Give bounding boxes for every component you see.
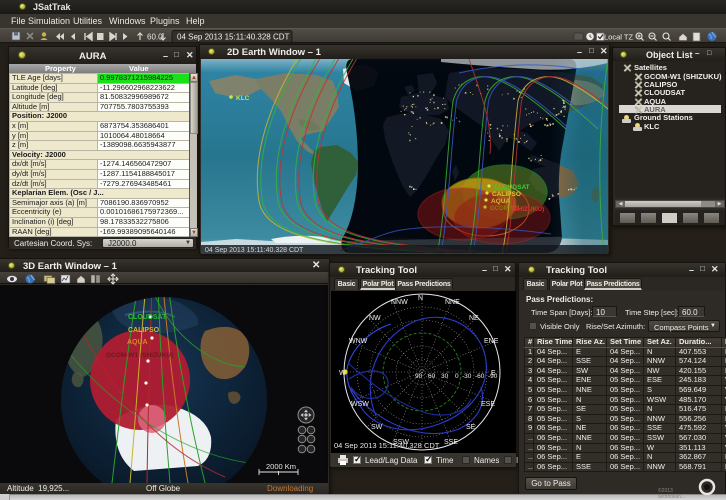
svg-text:-90: -90 <box>488 373 498 380</box>
svg-text:60: 60 <box>428 373 436 380</box>
svg-text:NE: NE <box>469 315 479 322</box>
svg-text:-30: -30 <box>462 373 472 380</box>
svg-text:WSW: WSW <box>351 401 369 408</box>
svg-text:60.0: 60.0 <box>147 33 163 42</box>
svg-text:CLOUDSAT: CLOUDSAT <box>494 184 530 191</box>
svg-text:CALIPSO: CALIPSO <box>128 327 160 334</box>
svg-text:NW: NW <box>369 315 381 322</box>
svg-text:CALIPSO: CALIPSO <box>492 191 521 198</box>
svg-text:GCOM-W1 (SHIZUKU): GCOM-W1 (SHIZUKU) <box>106 352 173 359</box>
svg-text:0: 0 <box>455 373 459 380</box>
svg-text:WNW: WNW <box>349 338 368 345</box>
svg-text:NNE: NNE <box>445 299 460 306</box>
svg-text:04 Sep 2013 15:11:40.328 CDT: 04 Sep 2013 15:11:40.328 CDT <box>334 441 440 450</box>
svg-text:ESE: ESE <box>481 401 495 408</box>
svg-text:AQUA: AQUA <box>127 339 148 346</box>
svg-text:-60: -60 <box>475 373 485 380</box>
svg-text:N: N <box>418 295 423 302</box>
svg-text:SSE: SSE <box>444 439 458 446</box>
svg-text:2000 Km: 2000 Km <box>266 462 296 471</box>
svg-text:SE: SE <box>466 424 476 431</box>
svg-text:ENE: ENE <box>484 338 499 345</box>
svg-text:04 Sep 2013 15:11:40.328 CDT: 04 Sep 2013 15:11:40.328 CDT <box>177 33 289 42</box>
svg-text:CLOUDSAT: CLOUDSAT <box>128 314 167 321</box>
svg-text:Local TZ: Local TZ <box>604 33 633 42</box>
svg-text:04 Sep 2013 15:11:40.328 CDT: 04 Sep 2013 15:11:40.328 CDT <box>205 247 304 254</box>
svg-text:W: W <box>339 370 346 377</box>
svg-text:AQUA: AQUA <box>491 198 510 205</box>
svg-text:SW: SW <box>371 424 383 431</box>
svg-text:90: 90 <box>415 373 423 380</box>
svg-text:(SHIZUKU): (SHIZUKU) <box>511 206 544 213</box>
svg-text:30: 30 <box>441 373 449 380</box>
svg-text:KLC: KLC <box>236 95 250 102</box>
svg-text:NNW: NNW <box>391 299 408 306</box>
